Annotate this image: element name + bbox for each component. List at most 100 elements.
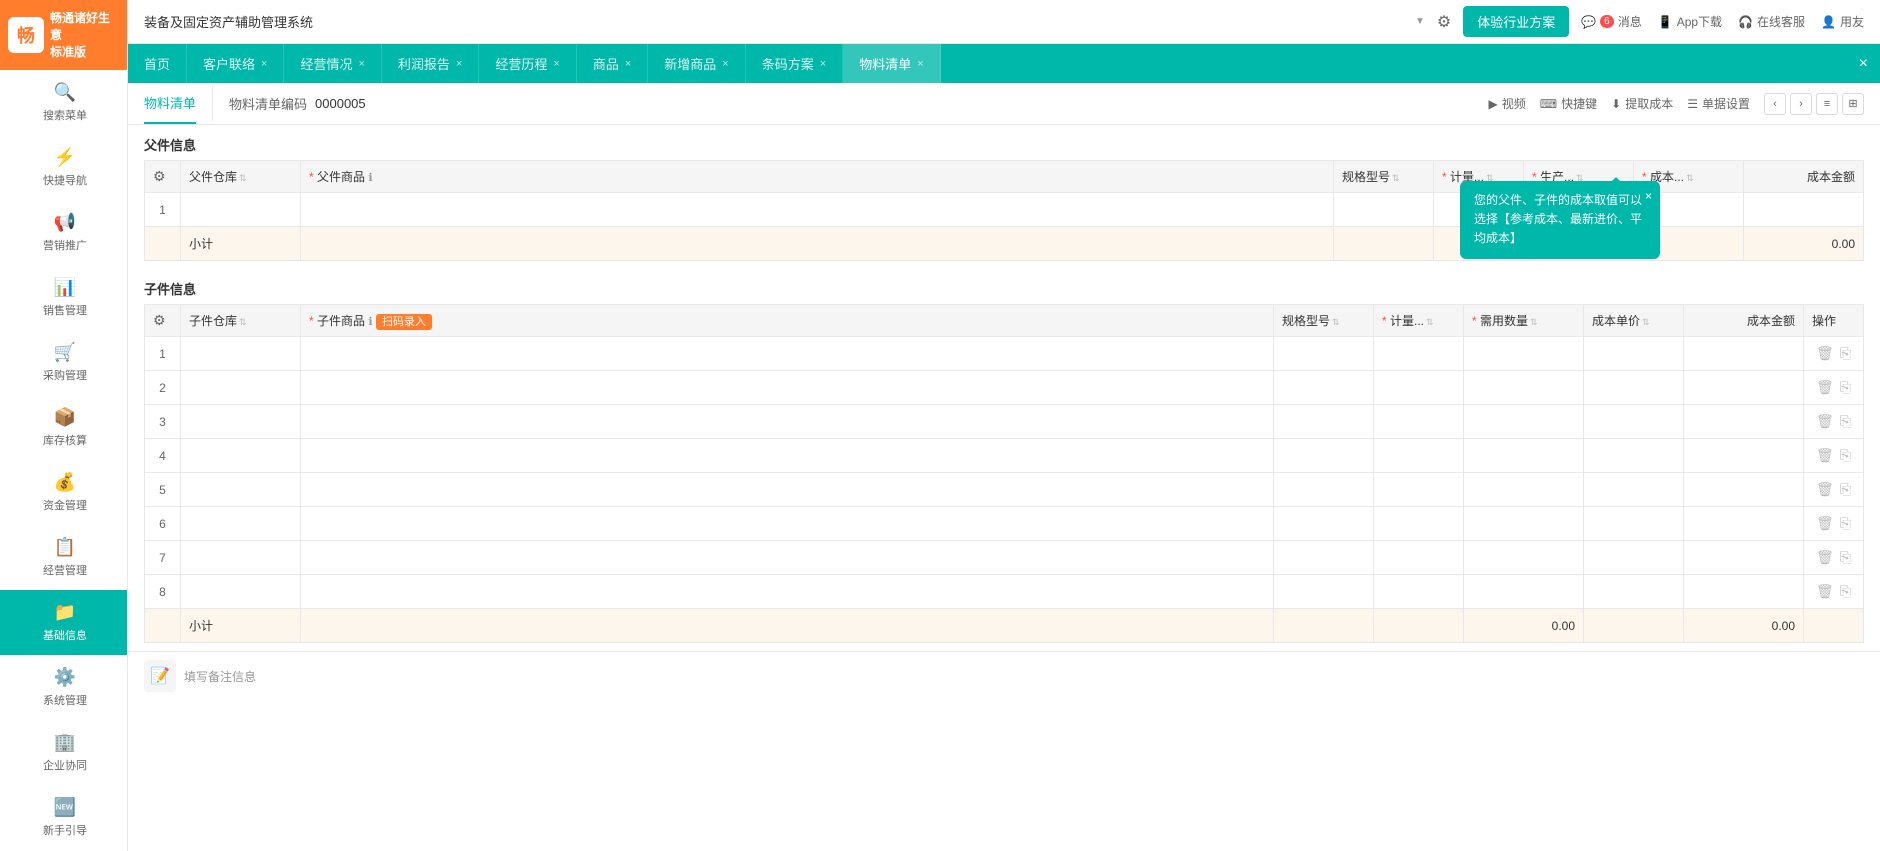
sidebar-item-enterprise[interactable]: 🏢 企业协同 (0, 720, 127, 785)
nav-next-btn[interactable]: › (1790, 93, 1812, 115)
scan-button[interactable]: 扫码录入 (376, 314, 432, 330)
extract-cost-toolbar-item[interactable]: ⬇ 提取成本 (1611, 95, 1673, 112)
child-row-unit[interactable] (1374, 541, 1464, 575)
copy-icon[interactable]: ⎘ (1840, 413, 1851, 430)
sidebar-item-sales[interactable]: 📊 销售管理 (0, 265, 127, 330)
settings-icon[interactable]: ⚙ (1437, 12, 1451, 32)
child-row-qty[interactable] (1464, 371, 1584, 405)
child-row-warehouse[interactable] (181, 473, 301, 507)
child-row-qty[interactable] (1464, 337, 1584, 371)
shortcut-toolbar-item[interactable]: ⌨ 快捷键 (1540, 95, 1597, 112)
child-product-info-icon[interactable]: ℹ (368, 316, 372, 328)
tab-close-operations-status[interactable]: × (358, 58, 364, 70)
child-row-spec[interactable] (1274, 439, 1374, 473)
tab-home[interactable]: 首页 (128, 44, 187, 83)
nav-grid-btn[interactable]: ⊞ (1842, 93, 1864, 115)
tab-barcode[interactable]: 条码方案 × (746, 44, 843, 83)
notes-icon[interactable]: 📝 (144, 660, 176, 692)
sidebar-item-system[interactable]: ⚙️ 系统管理 (0, 655, 127, 720)
delete-icon[interactable]: 🗑 (1816, 345, 1834, 362)
child-row-product[interactable] (301, 575, 1274, 609)
tab-new-products[interactable]: 新增商品 × (648, 44, 745, 83)
delete-icon[interactable]: 🗑 (1816, 379, 1834, 396)
delete-icon[interactable]: 🗑 (1816, 583, 1834, 600)
delete-icon[interactable]: 🗑 (1816, 413, 1834, 430)
nav-menu-btn[interactable]: ≡ (1816, 93, 1838, 115)
nav-prev-btn[interactable]: ‹ (1764, 93, 1786, 115)
delete-icon[interactable]: 🗑 (1816, 549, 1834, 566)
child-row-spec[interactable] (1274, 473, 1374, 507)
child-row-cost-amount[interactable] (1684, 337, 1804, 371)
parent-product-info-icon[interactable]: ℹ (368, 172, 372, 184)
copy-icon[interactable]: ⎘ (1840, 583, 1851, 600)
sidebar-item-guide[interactable]: 🆕 新手引导 (0, 785, 127, 850)
tab-customers[interactable]: 客户联络 × (187, 44, 284, 83)
tab-close-bom[interactable]: × (917, 58, 923, 70)
child-row-product[interactable] (301, 541, 1274, 575)
copy-icon[interactable]: ⎘ (1840, 447, 1851, 464)
message-button[interactable]: 💬 6 消息 (1581, 13, 1642, 30)
parent-row-spec[interactable] (1334, 193, 1434, 227)
copy-icon[interactable]: ⎘ (1840, 481, 1851, 498)
child-row-spec[interactable] (1274, 575, 1374, 609)
sub-tab-bom-list[interactable]: 物料清单 (144, 83, 196, 124)
tooltip-close-button[interactable]: × (1645, 187, 1652, 206)
child-row-spec[interactable] (1274, 541, 1374, 575)
tab-close-products[interactable]: × (625, 58, 631, 70)
child-row-product[interactable] (301, 371, 1274, 405)
video-toolbar-item[interactable]: ▶ 视频 (1489, 95, 1526, 112)
sidebar-item-quick-nav[interactable]: ⚡ 快捷导航 (0, 135, 127, 200)
child-row-qty[interactable] (1464, 473, 1584, 507)
child-row-qty[interactable] (1464, 439, 1584, 473)
child-row-cost-amount[interactable] (1684, 575, 1804, 609)
tab-close-customers[interactable]: × (261, 58, 267, 70)
parent-row-warehouse[interactable] (181, 193, 301, 227)
child-row-qty[interactable] (1464, 405, 1584, 439)
child-row-unit[interactable] (1374, 575, 1464, 609)
child-row-unit[interactable] (1374, 507, 1464, 541)
sidebar-item-purchase[interactable]: 🛒 采购管理 (0, 330, 127, 395)
single-settings-toolbar-item[interactable]: ☰ 单据设置 (1687, 95, 1750, 112)
sidebar-logo[interactable]: 畅 畅通诸好生意 标准版 (0, 0, 127, 70)
child-row-cost-unit[interactable] (1584, 439, 1684, 473)
sidebar-item-search[interactable]: 🔍 搜索菜单 (0, 70, 127, 135)
tab-products[interactable]: 商品 × (577, 44, 648, 83)
child-row-cost-unit[interactable] (1584, 575, 1684, 609)
delete-icon[interactable]: 🗑 (1816, 447, 1834, 464)
parent-row-cost-amount[interactable] (1744, 193, 1864, 227)
child-row-product[interactable] (301, 439, 1274, 473)
child-row-product[interactable] (301, 507, 1274, 541)
tab-profit-report[interactable]: 利润报告 × (382, 44, 479, 83)
tab-close-profit-report[interactable]: × (456, 58, 462, 70)
child-row-unit[interactable] (1374, 371, 1464, 405)
parent-row-product[interactable] (301, 193, 1334, 227)
copy-icon[interactable]: ⎘ (1840, 549, 1851, 566)
child-row-cost-unit[interactable] (1584, 507, 1684, 541)
child-row-warehouse[interactable] (181, 507, 301, 541)
child-row-cost-unit[interactable] (1584, 541, 1684, 575)
child-row-unit[interactable] (1374, 337, 1464, 371)
child-row-warehouse[interactable] (181, 337, 301, 371)
copy-icon[interactable]: ⎘ (1840, 515, 1851, 532)
child-row-product[interactable] (301, 337, 1274, 371)
sidebar-item-marketing[interactable]: 📢 营销推广 (0, 200, 127, 265)
sidebar-item-basic-info[interactable]: 📁 基础信息 (0, 590, 127, 655)
child-row-qty[interactable] (1464, 507, 1584, 541)
child-row-spec[interactable] (1274, 405, 1374, 439)
child-row-warehouse[interactable] (181, 575, 301, 609)
child-row-unit[interactable] (1374, 405, 1464, 439)
child-row-cost-amount[interactable] (1684, 541, 1804, 575)
sidebar-item-operations[interactable]: 📋 经营管理 (0, 525, 127, 590)
tab-bom[interactable]: 物料清单 × (843, 44, 940, 83)
child-row-cost-amount[interactable] (1684, 371, 1804, 405)
child-row-cost-amount[interactable] (1684, 507, 1804, 541)
child-row-qty[interactable] (1464, 541, 1584, 575)
copy-icon[interactable]: ⎘ (1840, 379, 1851, 396)
copy-icon[interactable]: ⎘ (1840, 345, 1851, 362)
child-row-unit[interactable] (1374, 473, 1464, 507)
child-row-cost-amount[interactable] (1684, 473, 1804, 507)
experience-button[interactable]: 体验行业方案 (1463, 6, 1569, 37)
sidebar-item-finance[interactable]: 💰 资金管理 (0, 460, 127, 525)
child-row-warehouse[interactable] (181, 541, 301, 575)
parent-th-settings[interactable]: ⚙ (145, 161, 181, 193)
